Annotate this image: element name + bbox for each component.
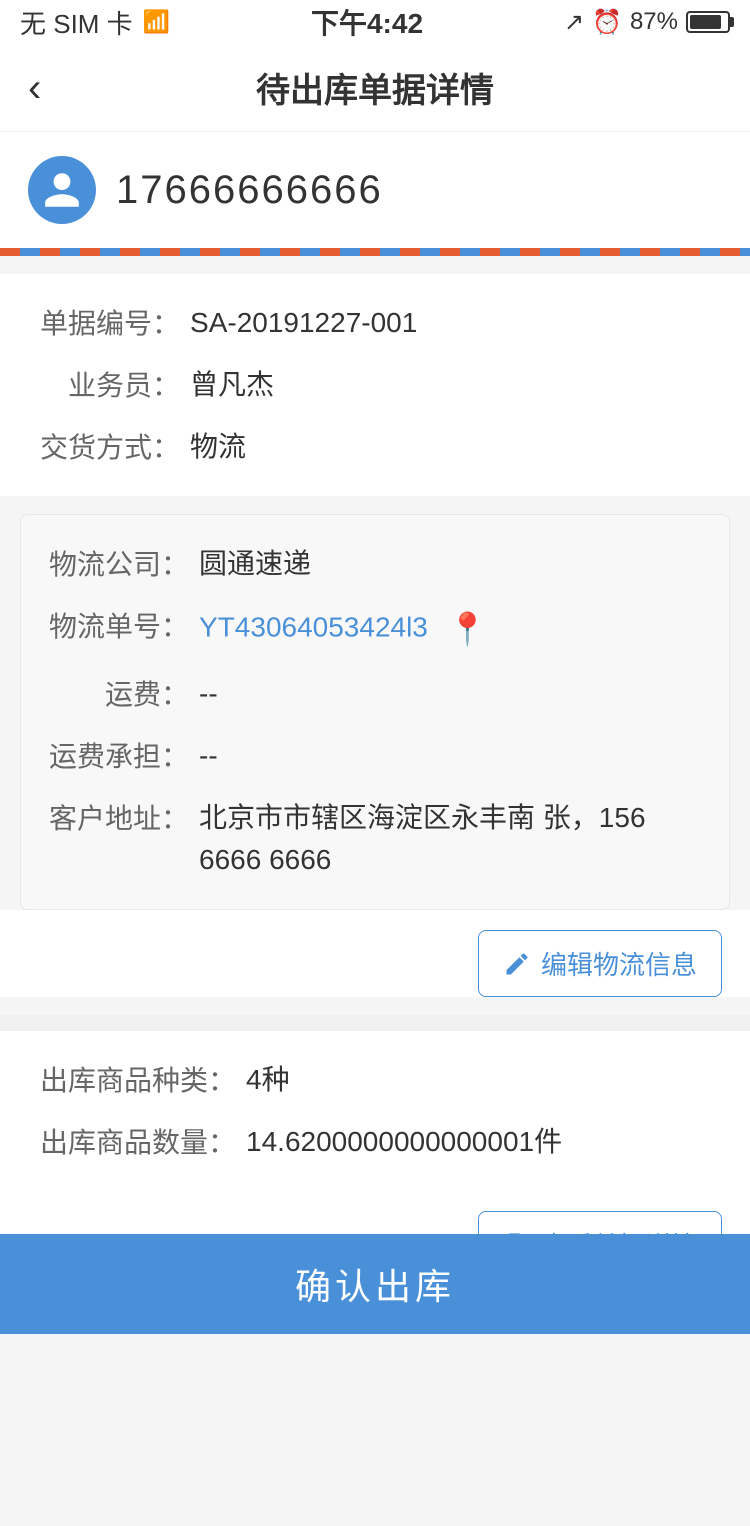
user-header: 17666666666 [0, 132, 750, 248]
alarm-icon: ⏰ [592, 8, 622, 37]
logistics-company-label: 物流公司： [49, 543, 189, 583]
edit-logistics-row: 编辑物流信息 [0, 910, 750, 997]
edit-logistics-label: 编辑物流信息 [541, 945, 697, 982]
confirm-button[interactable]: 确认出库 [0, 1234, 750, 1334]
delivery-method-value: 物流 [190, 426, 710, 468]
document-number-value: SA-20191227-001 [190, 302, 710, 344]
separator [0, 1015, 750, 1031]
status-bar: 无 SIM 卡 📶 下午4:42 ↗ ⏰ 87% [0, 0, 750, 44]
avatar [28, 156, 96, 224]
bottom-space [0, 1306, 750, 1526]
product-quantity-row: 出库商品数量： 14.6200000000000001件 [40, 1121, 710, 1163]
sales-person-value: 曾凡杰 [190, 364, 710, 406]
freight-row: 运费： -- [49, 673, 701, 715]
address-value: 北京市市辖区海淀区永丰南 张，156 6666 6666 [199, 797, 701, 881]
document-number-label: 单据编号： [40, 302, 180, 342]
page-title: 待出库单据详情 [256, 63, 494, 112]
confirm-button-label: 确认出库 [295, 1258, 455, 1310]
freight-bearer-value: -- [199, 735, 701, 777]
logistics-section: 物流公司： 圆通速递 物流单号： YT43064053424l3 📍 运费： -… [20, 514, 730, 910]
product-type-row: 出库商品种类： 4种 [40, 1059, 710, 1101]
battery-icon [686, 11, 730, 33]
dashed-divider [0, 248, 750, 256]
document-number-row: 单据编号： SA-20191227-001 [40, 302, 710, 344]
status-right: ↗ ⏰ 87% [564, 8, 730, 37]
address-row: 客户地址： 北京市市辖区海淀区永丰南 张，156 6666 6666 [49, 797, 701, 881]
basic-info-section: 单据编号： SA-20191227-001 业务员： 曾凡杰 交货方式： 物流 [0, 274, 750, 496]
tracking-number-label: 物流单号： [49, 605, 189, 645]
sales-person-row: 业务员： 曾凡杰 [40, 364, 710, 406]
address-label: 客户地址： [49, 797, 189, 837]
battery-fill [690, 15, 721, 29]
location-icon[interactable]: 📍 [448, 605, 488, 653]
status-time: 下午4:42 [311, 2, 423, 42]
status-left: 无 SIM 卡 📶 [20, 4, 170, 41]
battery-percent: 87% [630, 8, 678, 36]
product-type-label: 出库商品种类： [40, 1059, 236, 1099]
wifi-icon: 📶 [143, 9, 170, 35]
freight-bearer-label: 运费承担： [49, 735, 189, 775]
logistics-company-value: 圆通速递 [199, 543, 701, 585]
back-button[interactable]: ‹ [28, 68, 41, 108]
edit-logistics-button[interactable]: 编辑物流信息 [478, 930, 722, 997]
edit-icon [503, 950, 531, 978]
product-quantity-value: 14.6200000000000001件 [246, 1121, 710, 1163]
product-quantity-label: 出库商品数量： [40, 1121, 236, 1161]
delivery-method-row: 交货方式： 物流 [40, 426, 710, 468]
freight-value: -- [199, 673, 701, 715]
delivery-method-label: 交货方式： [40, 426, 180, 466]
product-type-value: 4种 [246, 1059, 710, 1101]
sales-person-label: 业务员： [40, 364, 180, 404]
location-status-icon: ↗ [564, 8, 584, 37]
nav-bar: ‹ 待出库单据详情 [0, 44, 750, 132]
tracking-number-value: YT43064053424l3 📍 [199, 605, 701, 653]
freight-bearer-row: 运费承担： -- [49, 735, 701, 777]
user-phone: 17666666666 [116, 168, 383, 213]
logistics-company-row: 物流公司： 圆通速递 [49, 543, 701, 585]
product-info-section: 出库商品种类： 4种 出库商品数量： 14.6200000000000001件 [0, 1031, 750, 1191]
carrier-label: 无 SIM 卡 [20, 4, 133, 41]
person-icon [41, 169, 83, 211]
freight-label: 运费： [49, 673, 189, 713]
tracking-number-row: 物流单号： YT43064053424l3 📍 [49, 605, 701, 653]
